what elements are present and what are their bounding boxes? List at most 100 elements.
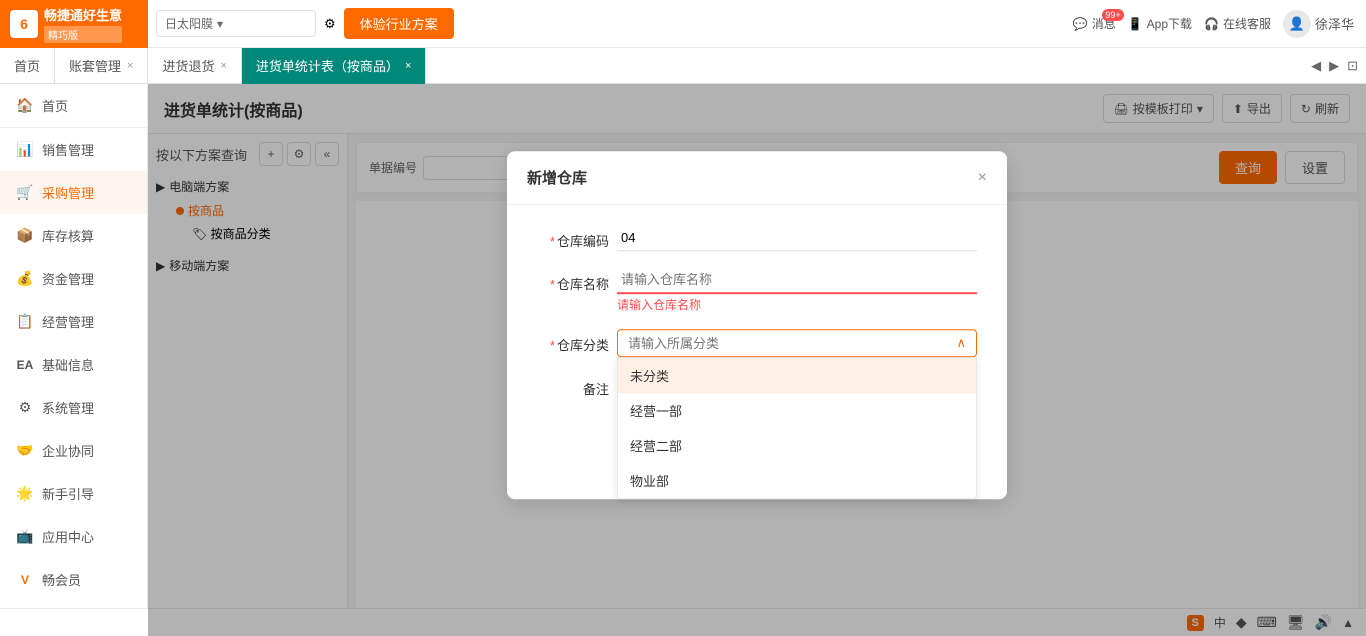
tab-home[interactable]: 首页 xyxy=(0,48,55,84)
tab-purchase-stat-close[interactable]: × xyxy=(405,60,411,72)
message-icon-btn[interactable]: 💬 消息 99+ xyxy=(1073,15,1116,32)
sidebar-item-sales-label: 销售管理 xyxy=(42,140,94,159)
dialog-header: 新增仓库 × xyxy=(507,151,1007,205)
message-icon: 💬 xyxy=(1073,17,1088,31)
sidebar-item-system-label: 系统管理 xyxy=(42,398,94,417)
name-label: 仓库名称 xyxy=(537,268,617,293)
content-area: 进货单统计(按商品) 🖨 按模板打印 ▾ ⬆ 导出 ↻ 刷新 xyxy=(148,84,1366,636)
search-value: 日太阳膜 xyxy=(165,15,213,32)
finance-icon: 💰 xyxy=(16,270,34,288)
app-download-btn[interactable]: 📱 App下载 xyxy=(1128,15,1192,32)
system-icon: ⚙ xyxy=(16,399,34,417)
sidebar-item-guide[interactable]: 🌟 新手引导 xyxy=(0,472,147,515)
dialog-body: 仓库编码 仓库名称 请输入仓库名称 仓库分类 ∧ xyxy=(507,205,1007,435)
form-row-code: 仓库编码 xyxy=(537,225,977,251)
app-center-icon: 📺 xyxy=(16,528,34,546)
online-service-label: 在线客服 xyxy=(1223,15,1271,32)
category-input[interactable] xyxy=(628,336,956,351)
logo-area: 6 畅捷通好生意 精巧版 xyxy=(0,0,148,48)
tab-purchase-stat-label: 进货单统计表（按商品） xyxy=(256,56,399,75)
avatar: 👤 xyxy=(1283,10,1311,38)
purchase-icon: 🛒 xyxy=(16,184,34,202)
settings-icon-btn[interactable]: ⚙ xyxy=(324,16,336,32)
sidebar-item-sales[interactable]: 📊 销售管理 xyxy=(0,128,147,171)
tab-purchase-return-close[interactable]: × xyxy=(220,60,226,72)
dropdown-item-1[interactable]: 经营一部 xyxy=(618,393,976,428)
logo-text: 畅捷通好生意 精巧版 xyxy=(44,5,122,43)
select-arrow-icon: ∧ xyxy=(956,335,966,351)
sidebar-item-inventory[interactable]: 📦 库存核算 xyxy=(0,214,147,257)
header-actions: 💬 消息 99+ 📱 App下载 🎧 在线客服 👤 徐泽华 xyxy=(1073,10,1354,38)
chevron-down-icon: ▾ xyxy=(217,17,223,31)
sidebar-item-basic-info[interactable]: EA 基础信息 xyxy=(0,343,147,386)
guide-icon: 🌟 xyxy=(16,485,34,503)
user-name: 徐泽华 xyxy=(1315,14,1354,33)
sidebar-item-purchase[interactable]: 🛒 采购管理 xyxy=(0,171,147,214)
operations-icon: 📋 xyxy=(16,313,34,331)
sidebar-item-purchase-label: 采购管理 xyxy=(42,183,94,202)
tab-account[interactable]: 账套管理 × xyxy=(55,48,148,84)
tab-bar: 首页 账套管理 × 进货退货 × 进货单统计表（按商品） × ◀ ▶ ⊡ xyxy=(0,48,1366,84)
tab-purchase-stat[interactable]: 进货单统计表（按商品） × xyxy=(242,48,426,84)
sidebar-item-system[interactable]: ⚙ 系统管理 xyxy=(0,386,147,429)
sidebar-item-enterprise-label: 企业协同 xyxy=(42,441,94,460)
sidebar-item-finance[interactable]: 💰 资金管理 xyxy=(0,257,147,300)
inventory-icon: 📦 xyxy=(16,227,34,245)
category-select[interactable]: ∧ xyxy=(617,329,977,357)
code-label: 仓库编码 xyxy=(537,225,617,250)
tab-account-label: 账套管理 xyxy=(69,56,121,75)
search-input-area[interactable]: 日太阳膜 ▾ xyxy=(156,10,316,37)
sidebar-item-inventory-label: 库存核算 xyxy=(42,226,94,245)
phone-icon: 📱 xyxy=(1128,17,1143,31)
form-row-category: 仓库分类 ∧ 未分类 经营一部 经营二部 物业部 xyxy=(537,329,977,357)
tab-bar-actions: ◀ ▶ ⊡ xyxy=(1303,58,1366,74)
user-menu[interactable]: 👤 徐泽华 xyxy=(1283,10,1354,38)
tab-home-label: 首页 xyxy=(14,56,40,75)
remark-label: 备注 xyxy=(537,373,617,398)
sidebar-item-app-center-label: 应用中心 xyxy=(42,527,94,546)
name-error-msg: 请输入仓库名称 xyxy=(617,296,701,313)
dialog-close-btn[interactable]: × xyxy=(978,169,987,187)
basic-info-icon: EA xyxy=(16,356,34,374)
dialog-title: 新增仓库 xyxy=(527,167,587,188)
sidebar-item-basic-info-label: 基础信息 xyxy=(42,355,94,374)
sidebar-item-app-center[interactable]: 📺 应用中心 xyxy=(0,515,147,558)
code-input[interactable] xyxy=(617,225,977,251)
enterprise-icon: 🤝 xyxy=(16,442,34,460)
sidebar-item-guide-label: 新手引导 xyxy=(42,484,94,503)
tab-purchase-return-label: 进货退货 xyxy=(162,56,214,75)
tab-next-icon[interactable]: ▶ xyxy=(1329,58,1339,74)
sales-icon: 📊 xyxy=(16,141,34,159)
main-layout: 🏠 首页 📊 销售管理 🛒 采购管理 📦 库存核算 💰 资金管理 📋 经营管理 … xyxy=(0,84,1366,636)
sidebar-item-finance-label: 资金管理 xyxy=(42,269,94,288)
logo-icon: 6 xyxy=(10,10,38,38)
top-header: 6 畅捷通好生意 精巧版 日太阳膜 ▾ ⚙ 体验行业方案 💬 消息 99+ 📱 … xyxy=(0,0,1366,48)
sidebar-item-operations[interactable]: 📋 经营管理 xyxy=(0,300,147,343)
try-button[interactable]: 体验行业方案 xyxy=(344,8,454,39)
new-warehouse-dialog: 新增仓库 × 仓库编码 仓库名称 请输入仓库名称 xyxy=(507,151,1007,499)
dropdown-item-0[interactable]: 未分类 xyxy=(618,358,976,393)
home-icon: 🏠 xyxy=(16,97,34,115)
sidebar-item-operations-label: 经营管理 xyxy=(42,312,94,331)
tab-account-close[interactable]: × xyxy=(127,60,133,72)
sidebar-item-home-label: 首页 xyxy=(42,96,68,115)
sidebar-item-member[interactable]: V 畅会员 xyxy=(0,558,147,601)
tab-purchase-return[interactable]: 进货退货 × xyxy=(148,48,241,84)
sidebar-item-enterprise[interactable]: 🤝 企业协同 xyxy=(0,429,147,472)
dropdown-item-3[interactable]: 物业部 xyxy=(618,463,976,498)
dropdown-item-2[interactable]: 经营二部 xyxy=(618,428,976,463)
online-service-btn[interactable]: 🎧 在线客服 xyxy=(1204,15,1271,32)
member-icon: V xyxy=(16,571,34,589)
message-badge: 99+ xyxy=(1102,9,1123,21)
name-input[interactable] xyxy=(617,267,977,294)
form-row-name: 仓库名称 请输入仓库名称 xyxy=(537,267,977,313)
category-label: 仓库分类 xyxy=(537,329,617,354)
sidebar-item-member-label: 畅会员 xyxy=(42,570,81,589)
app-download-label: App下载 xyxy=(1147,15,1192,32)
sidebar: 🏠 首页 📊 销售管理 🛒 采购管理 📦 库存核算 💰 资金管理 📋 经营管理 … xyxy=(0,84,148,636)
tab-prev-icon[interactable]: ◀ xyxy=(1311,58,1321,74)
sidebar-item-home[interactable]: 🏠 首页 xyxy=(0,84,147,127)
tab-expand-icon[interactable]: ⊡ xyxy=(1347,58,1358,74)
category-dropdown: 未分类 经营一部 经营二部 物业部 xyxy=(617,357,977,499)
headset-icon: 🎧 xyxy=(1204,17,1219,31)
